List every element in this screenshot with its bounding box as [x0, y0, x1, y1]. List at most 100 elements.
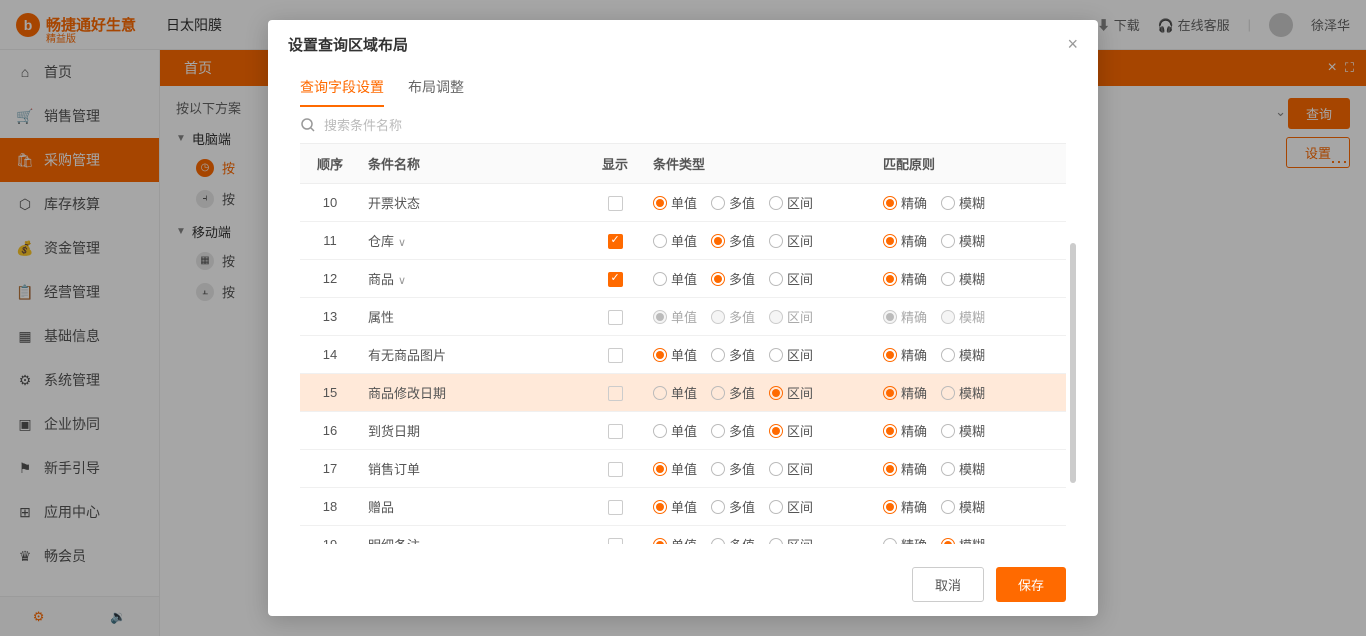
type-radio[interactable]: 多值 — [711, 459, 755, 478]
modal-tabs: 查询字段设置 布局调整 — [268, 69, 1098, 107]
show-checkbox[interactable] — [608, 462, 623, 477]
type-radio[interactable]: 区间 — [769, 421, 813, 440]
type-radio[interactable]: 多值 — [711, 345, 755, 364]
row-order: 17 — [300, 452, 360, 485]
type-radio[interactable]: 区间 — [769, 231, 813, 250]
save-button[interactable]: 保存 — [996, 567, 1066, 602]
row-name: 商品∨ — [360, 260, 585, 297]
match-radio[interactable]: 精确 — [883, 231, 927, 250]
modal-tab-fields[interactable]: 查询字段设置 — [300, 69, 384, 107]
scrollbar[interactable] — [1070, 183, 1076, 553]
match-radio[interactable]: 模糊 — [941, 421, 985, 440]
col-show: 显示 — [585, 144, 645, 183]
row-order: 14 — [300, 338, 360, 371]
type-radio[interactable]: 单值 — [653, 497, 697, 516]
type-radio[interactable]: 多值 — [711, 269, 755, 288]
row-show — [585, 261, 645, 295]
table-row[interactable]: 14有无商品图片单值多值区间精确模糊 — [300, 336, 1066, 374]
table-body: 10开票状态单值多值区间精确模糊11仓库∨单值多值区间精确模糊12商品∨单值多值… — [300, 184, 1066, 544]
match-radio[interactable]: 模糊 — [941, 231, 985, 250]
match-radio[interactable]: 模糊 — [941, 345, 985, 364]
row-name: 开票状态 — [360, 184, 585, 221]
show-checkbox[interactable] — [608, 272, 623, 287]
type-radio[interactable]: 区间 — [769, 459, 813, 478]
close-icon[interactable]: × — [1067, 34, 1078, 55]
match-radio[interactable]: 模糊 — [941, 193, 985, 212]
col-name: 条件名称 — [360, 144, 585, 183]
type-radio[interactable]: 区间 — [769, 497, 813, 516]
match-radio[interactable]: 精确 — [883, 269, 927, 288]
type-radio[interactable]: 单值 — [653, 269, 697, 288]
row-order: 16 — [300, 414, 360, 447]
type-radio[interactable]: 单值 — [653, 231, 697, 250]
type-radio[interactable]: 单值 — [653, 345, 697, 364]
show-checkbox[interactable] — [608, 196, 623, 211]
chevron-down-icon[interactable]: ∨ — [398, 275, 406, 287]
search-icon — [300, 117, 316, 133]
match-radio[interactable]: 模糊 — [941, 383, 985, 402]
show-checkbox[interactable] — [608, 348, 623, 363]
type-radio[interactable]: 多值 — [711, 421, 755, 440]
row-name: 明细备注 — [360, 526, 585, 544]
show-checkbox[interactable] — [608, 538, 623, 544]
modal-footer: 取消 保存 — [268, 553, 1098, 616]
match-radio[interactable]: 模糊 — [941, 497, 985, 516]
match-radio[interactable]: 精确 — [883, 193, 927, 212]
row-type: 单值多值区间 — [645, 488, 875, 525]
table-row[interactable]: 18赠品单值多值区间精确模糊 — [300, 488, 1066, 526]
col-type: 条件类型 — [645, 144, 875, 183]
match-radio[interactable]: 精确 — [883, 497, 927, 516]
chevron-down-icon[interactable]: ∨ — [398, 237, 406, 249]
search-input[interactable] — [324, 118, 1066, 133]
show-checkbox[interactable] — [608, 424, 623, 439]
cancel-button[interactable]: 取消 — [912, 567, 984, 602]
modal-title: 设置查询区域布局 — [288, 34, 408, 55]
type-radio[interactable]: 单值 — [653, 535, 697, 544]
show-checkbox[interactable] — [608, 500, 623, 515]
row-name: 属性 — [360, 298, 585, 335]
show-checkbox[interactable] — [608, 310, 623, 325]
modal-tab-layout[interactable]: 布局调整 — [408, 69, 464, 107]
type-radio[interactable]: 多值 — [711, 193, 755, 212]
type-radio[interactable]: 单值 — [653, 421, 697, 440]
match-radio[interactable]: 精确 — [883, 459, 927, 478]
table-row[interactable]: 11仓库∨单值多值区间精确模糊 — [300, 222, 1066, 260]
type-radio[interactable]: 多值 — [711, 383, 755, 402]
match-radio[interactable]: 精确 — [883, 383, 927, 402]
match-radio[interactable]: 模糊 — [941, 535, 985, 544]
type-radio[interactable]: 区间 — [769, 383, 813, 402]
table-head: 顺序 条件名称 显示 条件类型 匹配原则 — [300, 143, 1066, 184]
match-radio[interactable]: 精确 — [883, 535, 927, 544]
match-radio[interactable]: 模糊 — [941, 269, 985, 288]
col-match: 匹配原则 — [875, 144, 1066, 183]
type-radio[interactable]: 单值 — [653, 383, 697, 402]
type-radio[interactable]: 区间 — [769, 345, 813, 364]
show-checkbox[interactable] — [608, 386, 623, 401]
row-show — [585, 337, 645, 371]
type-radio[interactable]: 单值 — [653, 459, 697, 478]
show-checkbox[interactable] — [608, 234, 623, 249]
table-row[interactable]: 16到货日期单值多值区间精确模糊 — [300, 412, 1066, 450]
match-radio[interactable]: 精确 — [883, 345, 927, 364]
type-radio[interactable]: 多值 — [711, 535, 755, 544]
row-order: 11 — [300, 224, 360, 257]
type-radio[interactable]: 单值 — [653, 193, 697, 212]
row-show — [585, 185, 645, 219]
type-radio[interactable]: 区间 — [769, 269, 813, 288]
table-row[interactable]: 17销售订单单值多值区间精确模糊 — [300, 450, 1066, 488]
row-match: 精确模糊 — [875, 298, 1066, 335]
type-radio[interactable]: 区间 — [769, 535, 813, 544]
type-radio[interactable]: 区间 — [769, 193, 813, 212]
modal: 设置查询区域布局 × 查询字段设置 布局调整 顺序 条件名称 显示 条件类型 — [268, 20, 1098, 616]
table-row[interactable]: 13属性单值多值区间精确模糊 — [300, 298, 1066, 336]
match-radio[interactable]: 模糊 — [941, 459, 985, 478]
table-row[interactable]: 19明细备注单值多值区间精确模糊 — [300, 526, 1066, 544]
table-row[interactable]: 15商品修改日期单值多值区间精确模糊 — [300, 374, 1066, 412]
type-radio[interactable]: 多值 — [711, 497, 755, 516]
table-row[interactable]: 12商品∨单值多值区间精确模糊 — [300, 260, 1066, 298]
type-radio[interactable]: 多值 — [711, 231, 755, 250]
row-show — [585, 413, 645, 447]
row-show — [585, 451, 645, 485]
match-radio[interactable]: 精确 — [883, 421, 927, 440]
table-row[interactable]: 10开票状态单值多值区间精确模糊 — [300, 184, 1066, 222]
